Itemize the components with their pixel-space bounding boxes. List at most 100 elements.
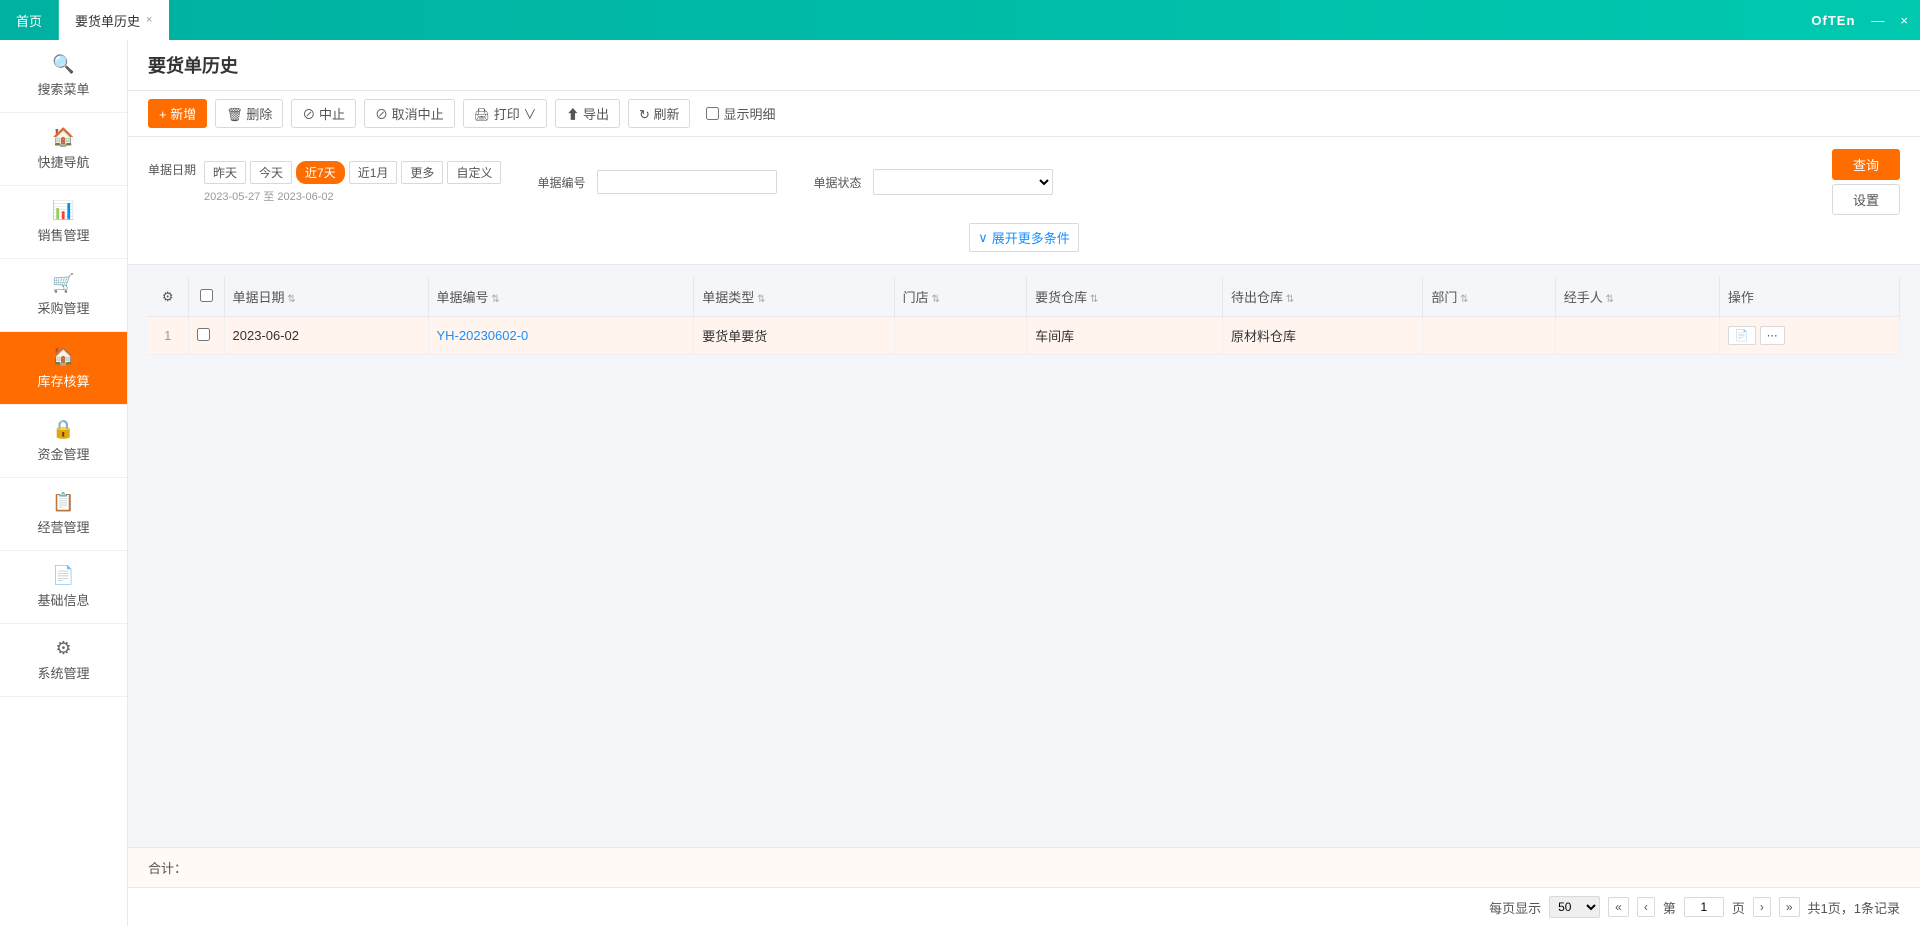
finance-mgmt-icon: 🔒 xyxy=(52,419,74,440)
col-docno[interactable]: 单据编号 xyxy=(428,277,694,317)
sidebar-item-search-menu[interactable]: 🔍 搜索菜单 xyxy=(0,40,127,113)
tab-home-label: 首页 xyxy=(16,11,42,30)
suspend-button-label: ⊘ 中止 xyxy=(302,104,345,123)
sidebar-item-ops-mgmt[interactable]: 📋 经营管理 xyxy=(0,478,127,551)
total-info: 共1页，1条记录 xyxy=(1808,898,1900,917)
row-docno: YH-20230602-0 xyxy=(428,317,694,355)
date-btn-more[interactable]: 更多 xyxy=(401,161,443,184)
date-btn-custom[interactable]: 自定义 xyxy=(447,161,501,184)
col-department[interactable]: 部门 xyxy=(1423,277,1555,317)
row-pending-warehouse: 原材料仓库 xyxy=(1222,317,1422,355)
sidebar-item-base-info[interactable]: 📄 基础信息 xyxy=(0,551,127,624)
pagination-bar: 每页显示 10 20 50 100 « ‹ 第 页 › » 共1页，1条记录 xyxy=(128,887,1920,926)
main-layout: 🔍 搜索菜单 🏠 快捷导航 📊 销售管理 🛒 采购管理 🏠 库存核算 🔒 资金管… xyxy=(0,40,1920,926)
date-btn-today[interactable]: 今天 xyxy=(250,161,292,184)
sidebar-item-label: 资金管理 xyxy=(37,444,89,463)
table-body: 1 2023-06-02 YH-20230602-0 要货单要货 车间库 原材料… xyxy=(148,317,1900,355)
cancel-suspend-button-label: ⊘ 取消中止 xyxy=(375,104,444,123)
filter-area: 单据日期 昨天 今天 近7天 近1月 更多 自定义 2023-05-27 至 2… xyxy=(128,137,1920,265)
row-actions-cell: 📄 ⋯ xyxy=(1719,317,1899,355)
tab-requisition-history-label: 要货单历史 xyxy=(75,11,140,30)
col-settings[interactable]: ⚙ xyxy=(148,277,188,317)
table-header-row: ⚙ 单据日期 单据编号 单据类型 门店 要货仓库 待出仓库 部门 经手人 操作 xyxy=(148,277,1900,317)
cancel-suspend-button[interactable]: ⊘ 取消中止 xyxy=(364,99,455,128)
date-filter-group: 单据日期 昨天 今天 近7天 近1月 更多 自定义 2023-05-27 至 2… xyxy=(148,161,501,204)
sidebar-item-finance-mgmt[interactable]: 🔒 资金管理 xyxy=(0,405,127,478)
docno-filter-input[interactable] xyxy=(597,170,777,194)
page-label: 第 xyxy=(1663,898,1676,917)
select-all-checkbox[interactable] xyxy=(200,289,213,302)
table-header: ⚙ 单据日期 单据编号 单据类型 门店 要货仓库 待出仓库 部门 经手人 操作 xyxy=(148,277,1900,317)
col-actions: 操作 xyxy=(1719,277,1899,317)
data-table: ⚙ 单据日期 单据编号 单据类型 门店 要货仓库 待出仓库 部门 经手人 操作 xyxy=(148,277,1900,355)
tab-requisition-history[interactable]: 要货单历史 × xyxy=(59,0,169,40)
new-button[interactable]: + 新增 xyxy=(148,99,207,128)
filter-row-1: 单据日期 昨天 今天 近7天 近1月 更多 自定义 2023-05-27 至 2… xyxy=(148,149,1900,215)
sys-mgmt-icon: ⚙ xyxy=(55,638,71,659)
row-checkbox-cell xyxy=(188,317,224,355)
display-detail-checkbox[interactable] xyxy=(706,107,719,120)
sidebar-item-purchase-mgmt[interactable]: 🛒 采购管理 xyxy=(0,259,127,332)
sidebar-item-sys-mgmt[interactable]: ⚙ 系统管理 xyxy=(0,624,127,697)
date-btn-last7days[interactable]: 近7天 xyxy=(296,161,345,184)
col-doctype[interactable]: 单据类型 xyxy=(694,277,894,317)
row-docno-link[interactable]: YH-20230602-0 xyxy=(437,328,529,343)
minimize-btn[interactable]: — xyxy=(1871,13,1884,28)
date-btn-yesterday[interactable]: 昨天 xyxy=(204,161,246,184)
expand-row: ∨ 展开更多条件 xyxy=(148,223,1900,252)
col-store[interactable]: 门店 xyxy=(894,277,1026,317)
col-docdate[interactable]: 单据日期 xyxy=(224,277,428,317)
page-number-input[interactable] xyxy=(1684,897,1724,917)
row-num: 1 xyxy=(148,317,188,355)
page-size-label: 每页显示 xyxy=(1489,898,1541,917)
row-req-warehouse: 车间库 xyxy=(1027,317,1223,355)
page-unit: 页 xyxy=(1732,898,1745,917)
close-btn[interactable]: × xyxy=(1900,13,1908,28)
expand-conditions-button[interactable]: ∨ 展开更多条件 xyxy=(969,223,1079,252)
refresh-button[interactable]: ↻ 刷新 xyxy=(628,99,691,128)
date-filter-label: 单据日期 xyxy=(148,161,196,178)
row-view-button[interactable]: 📄 xyxy=(1728,326,1756,345)
sidebar-item-quick-nav[interactable]: 🏠 快捷导航 xyxy=(0,113,127,186)
table-wrapper: ⚙ 单据日期 单据编号 单据类型 门店 要货仓库 待出仓库 部门 经手人 操作 xyxy=(128,265,1920,847)
col-handler[interactable]: 经手人 xyxy=(1555,277,1719,317)
tab-home[interactable]: 首页 xyxy=(0,0,59,40)
row-department xyxy=(1423,317,1555,355)
page-size-select[interactable]: 10 20 50 100 xyxy=(1549,896,1600,918)
sidebar-item-sales-mgmt[interactable]: 📊 销售管理 xyxy=(0,186,127,259)
delete-button[interactable]: 🗑 删除 xyxy=(215,99,283,128)
sidebar-item-label: 系统管理 xyxy=(37,663,89,682)
toolbar: + 新增 🗑 删除 ⊘ 中止 ⊘ 取消中止 🖨 打印 ∨ ⬆ 导出 ↻ 刷新 xyxy=(128,91,1920,137)
query-button[interactable]: 查询 xyxy=(1832,149,1900,180)
date-filter-inner: 昨天 今天 近7天 近1月 更多 自定义 2023-05-27 至 2023-0… xyxy=(204,161,501,204)
status-filter-label: 单据状态 xyxy=(813,174,861,191)
display-detail-label: 显示明细 xyxy=(706,104,775,123)
export-button[interactable]: ⬆ 导出 xyxy=(555,99,620,128)
table-footer: 合计： xyxy=(128,847,1920,887)
page-title: 要货单历史 xyxy=(148,52,1900,78)
first-page-button[interactable]: « xyxy=(1608,897,1629,917)
search-menu-icon: 🔍 xyxy=(52,54,74,75)
sidebar-item-label: 库存核算 xyxy=(37,371,89,390)
prev-page-button[interactable]: ‹ xyxy=(1637,897,1655,917)
last-page-button[interactable]: » xyxy=(1779,897,1800,917)
col-pending-warehouse[interactable]: 待出仓库 xyxy=(1222,277,1422,317)
row-more-button[interactable]: ⋯ xyxy=(1760,326,1785,345)
tab-close-icon[interactable]: × xyxy=(146,14,152,26)
top-bar-tabs: 首页 要货单历史 × xyxy=(0,0,169,40)
export-button-label: ⬆ 导出 xyxy=(566,104,609,123)
settings-button[interactable]: 设置 xyxy=(1832,184,1900,215)
sidebar-item-inventory[interactable]: 🏠 库存核算 xyxy=(0,332,127,405)
row-checkbox[interactable] xyxy=(197,328,210,341)
row-store xyxy=(894,317,1026,355)
date-btn-last1month[interactable]: 近1月 xyxy=(349,161,398,184)
print-button[interactable]: 🖨 打印 ∨ xyxy=(463,99,548,128)
suspend-button[interactable]: ⊘ 中止 xyxy=(291,99,356,128)
status-filter-select[interactable] xyxy=(873,169,1053,195)
sidebar-item-label: 销售管理 xyxy=(37,225,89,244)
display-detail-text: 显示明细 xyxy=(723,104,775,123)
footer-summary: 合计： xyxy=(148,858,187,877)
date-range-text: 2023-05-27 至 2023-06-02 xyxy=(204,188,501,204)
col-req-warehouse[interactable]: 要货仓库 xyxy=(1027,277,1223,317)
next-page-button[interactable]: › xyxy=(1753,897,1771,917)
